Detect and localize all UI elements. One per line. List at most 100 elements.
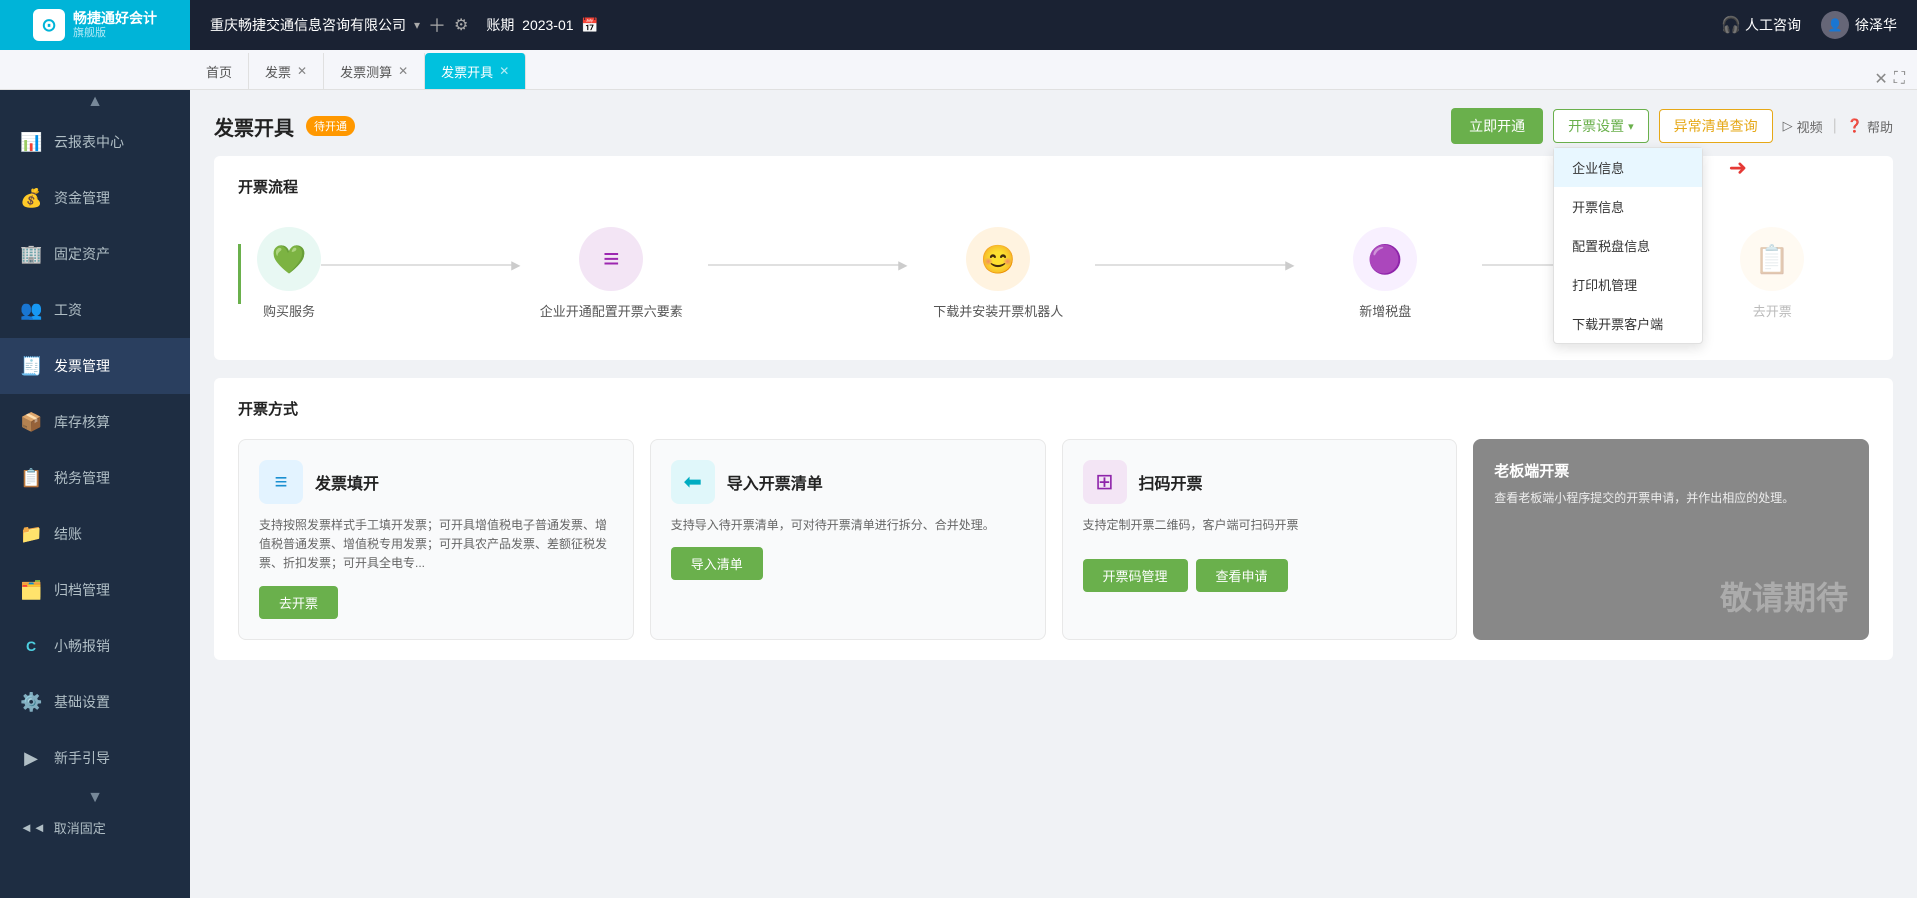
dropdown-invoice-info[interactable]: 开票信息 [1554,187,1702,226]
method-card-manual: ≡ 发票填开 支持按照发票样式手工填开发票；可开具增值税电子普通发票、增值税普通… [238,439,634,640]
tab-invoice-calc-close[interactable]: ✕ [398,64,408,78]
boss-invoice-title: 老板端开票 [1494,460,1848,481]
gear-icon: ⚙️ [20,692,42,713]
folder-icon: 📁 [20,524,42,545]
invoice-code-manage-button[interactable]: 开票码管理 [1083,559,1188,592]
sidebar-item-jichushezhi[interactable]: ⚙️ 基础设置 [0,674,190,730]
user-area[interactable]: 👤 徐泽华 [1821,11,1897,39]
close-icon: ✕ [1874,69,1887,89]
tax-disk-icon: 🟣 [1368,243,1403,276]
tax-icon: 📋 [20,468,42,489]
tab-invoice[interactable]: 发票 ✕ [249,53,324,89]
chevron-down-icon[interactable]: ▾ [414,18,420,32]
main-layout: ▲ 📊 云报表中心 💰 资金管理 🏢 固定资产 👥 工资 🧾 发票管理 📦 库存… [0,90,1917,898]
tab-invoice-open[interactable]: 发票开具 ✕ [425,53,526,89]
step-4-circle: 🟣 [1353,227,1417,291]
window-close-button[interactable]: ✕ ⛶ [1862,69,1917,89]
settings-dropdown: 企业信息 ➜ 开票信息 配置税盘信息 打印机管理 [1553,147,1703,344]
archive-icon: 🗂️ [20,580,42,601]
company-area[interactable]: 重庆畅捷交通信息咨询有限公司 ▾ ＋ ⚙ 账期 2023-01 📅 [190,12,619,38]
dropdown-item-wrapper: 企业信息 ➜ [1554,148,1702,187]
coming-soon-overlay: 敬请期待 [1720,573,1848,619]
sidebar-scroll-up[interactable]: ▲ [0,90,190,114]
sidebar: ▲ 📊 云报表中心 💰 资金管理 🏢 固定资产 👥 工资 🧾 发票管理 📦 库存… [0,90,190,898]
tab-home[interactable]: 首页 [190,53,249,89]
video-button[interactable]: ▷ 视频 [1783,117,1823,136]
maximize-icon: ⛶ [1894,70,1905,88]
tab-invoice-open-close[interactable]: ✕ [499,64,509,78]
import-list-desc: 支持导入待开票清单，可对待开票清单进行拆分、合并处理。 [671,516,1025,535]
sidebar-item-zijin[interactable]: 💰 资金管理 [0,170,190,226]
add-company-button[interactable]: ＋ [428,12,446,38]
scan-buttons: 开票码管理 查看申请 [1083,547,1437,592]
play-circle-icon: ▷ [1783,118,1793,134]
robot-icon: 😊 [981,243,1016,276]
method-section: 开票方式 ≡ 发票填开 支持按照发票样式手工填开发票；可开具增值税电子普通发票、… [214,378,1893,660]
import-list-button[interactable]: 导入清单 [671,547,763,580]
page-title: 发票开具 [214,112,294,141]
step-3-circle: 😊 [966,227,1030,291]
content-area: 发票开具 待开通 立即开通 开票设置 ▾ 企业信息 [190,90,1917,898]
top-bar: ⊙ 畅捷通好会计 旗舰版 重庆畅捷交通信息咨询有限公司 ▾ ＋ ⚙ 账期 202… [0,0,1917,50]
sidebar-item-gongzi[interactable]: 👥 工资 [0,282,190,338]
anomaly-query-button[interactable]: 异常清单查询 [1659,109,1773,143]
step-download: 😊 下载并安装开票机器人 [902,227,1096,320]
divider: | [1833,117,1837,135]
sidebar-item-xiaochang[interactable]: C 小畅报销 [0,618,190,674]
tab-invoice-calc[interactable]: 发票测算 ✕ [324,53,425,89]
box-icon: 📦 [20,412,42,433]
heart-plus-icon: 💚 [272,243,307,276]
connector-3: ▶ [1095,264,1289,266]
help-circle-icon: ❓ [1847,118,1863,134]
settings-icon[interactable]: ⚙ [454,15,468,35]
sidebar-item-xinshou[interactable]: ▶ 新手引导 [0,730,190,786]
dropdown-printer[interactable]: 打印机管理 [1554,265,1702,304]
money-icon: 💰 [20,188,42,209]
period-area: 账期 2023-01 📅 [486,15,598,35]
sidebar-item-yunbao[interactable]: 📊 云报表中心 [0,114,190,170]
play-icon: ▶ [20,748,42,769]
dropdown-company-info[interactable]: 企业信息 [1554,148,1702,187]
boss-invoice-desc: 查看老板端小程序提交的开票申请，并作出相应的处理。 [1494,489,1848,508]
invoice-settings-button[interactable]: 开票设置 ▾ [1553,109,1649,143]
step-config: ≡ 企业开通配置开票六要素 [515,227,709,320]
tab-invoice-close[interactable]: ✕ [297,64,307,78]
dropdown-download-client[interactable]: 下载开票客户端 [1554,304,1702,343]
sidebar-item-kucun[interactable]: 📦 库存核算 [0,394,190,450]
page-actions: 立即开通 开票设置 ▾ 企业信息 ➜ [1451,108,1893,144]
view-apply-button[interactable]: 查看申请 [1196,559,1288,592]
manual-fill-icon: ≡ [259,460,303,504]
go-invoice-button[interactable]: 去开票 [259,586,338,619]
invoice-icon: 🧾 [20,356,42,377]
list-icon: ≡ [603,243,619,275]
dropdown-tax-disk[interactable]: 配置税盘信息 [1554,226,1702,265]
step-buy-service: 💚 购买服务 [257,227,321,320]
service-button[interactable]: 🎧 人工咨询 [1721,15,1801,35]
sidebar-item-shuiwu[interactable]: 📋 税务管理 [0,450,190,506]
method-card-manual-header: ≡ 发票填开 [259,460,613,504]
page-header: 发票开具 待开通 立即开通 开票设置 ▾ 企业信息 [190,90,1917,156]
logo-text: 畅捷通好会计 旗舰版 [73,10,157,40]
connector-1: ▶ [321,264,515,266]
immediate-open-button[interactable]: 立即开通 [1451,108,1543,144]
tab-bar: 首页 发票 ✕ 发票测算 ✕ 发票开具 ✕ ✕ ⛶ [0,50,1917,90]
scan-invoice-desc: 支持定制开票二维码，客户端可扫码开票 [1083,516,1437,535]
sidebar-scroll-down[interactable]: ▼ [0,786,190,810]
sidebar-cancel-pin[interactable]: ◄◄ 取消固定 [0,810,190,845]
manual-fill-desc: 支持按照发票样式手工填开发票；可开具增值税电子普通发票、增值税普通发票、增值税专… [259,516,613,574]
help-button[interactable]: ❓ 帮助 [1847,117,1893,136]
qr-icon: ⊞ [1095,469,1113,495]
sidebar-item-guidang[interactable]: 🗂️ 归档管理 [0,562,190,618]
calendar-icon[interactable]: 📅 [581,17,598,33]
sidebar-item-jiezhang[interactable]: 📁 结账 [0,506,190,562]
step-go-invoice: 📋 去开票 [1676,227,1870,320]
invoice-settings-wrapper: 开票设置 ▾ 企业信息 ➜ 开票信息 [1553,109,1649,143]
step-add-tax: 🟣 新增税盘 [1289,227,1483,320]
sidebar-item-fapiao[interactable]: 🧾 发票管理 [0,338,190,394]
chevron-down-icon: ▾ [1628,120,1634,133]
sidebar-item-gudingzichan[interactable]: 🏢 固定资产 [0,226,190,282]
avatar: 👤 [1821,11,1849,39]
chart-icon: 📊 [20,132,42,153]
method-cards: ≡ 发票填开 支持按照发票样式手工填开发票；可开具增值税电子普通发票、增值税普通… [238,439,1869,640]
logo-icon: ⊙ [33,9,65,41]
